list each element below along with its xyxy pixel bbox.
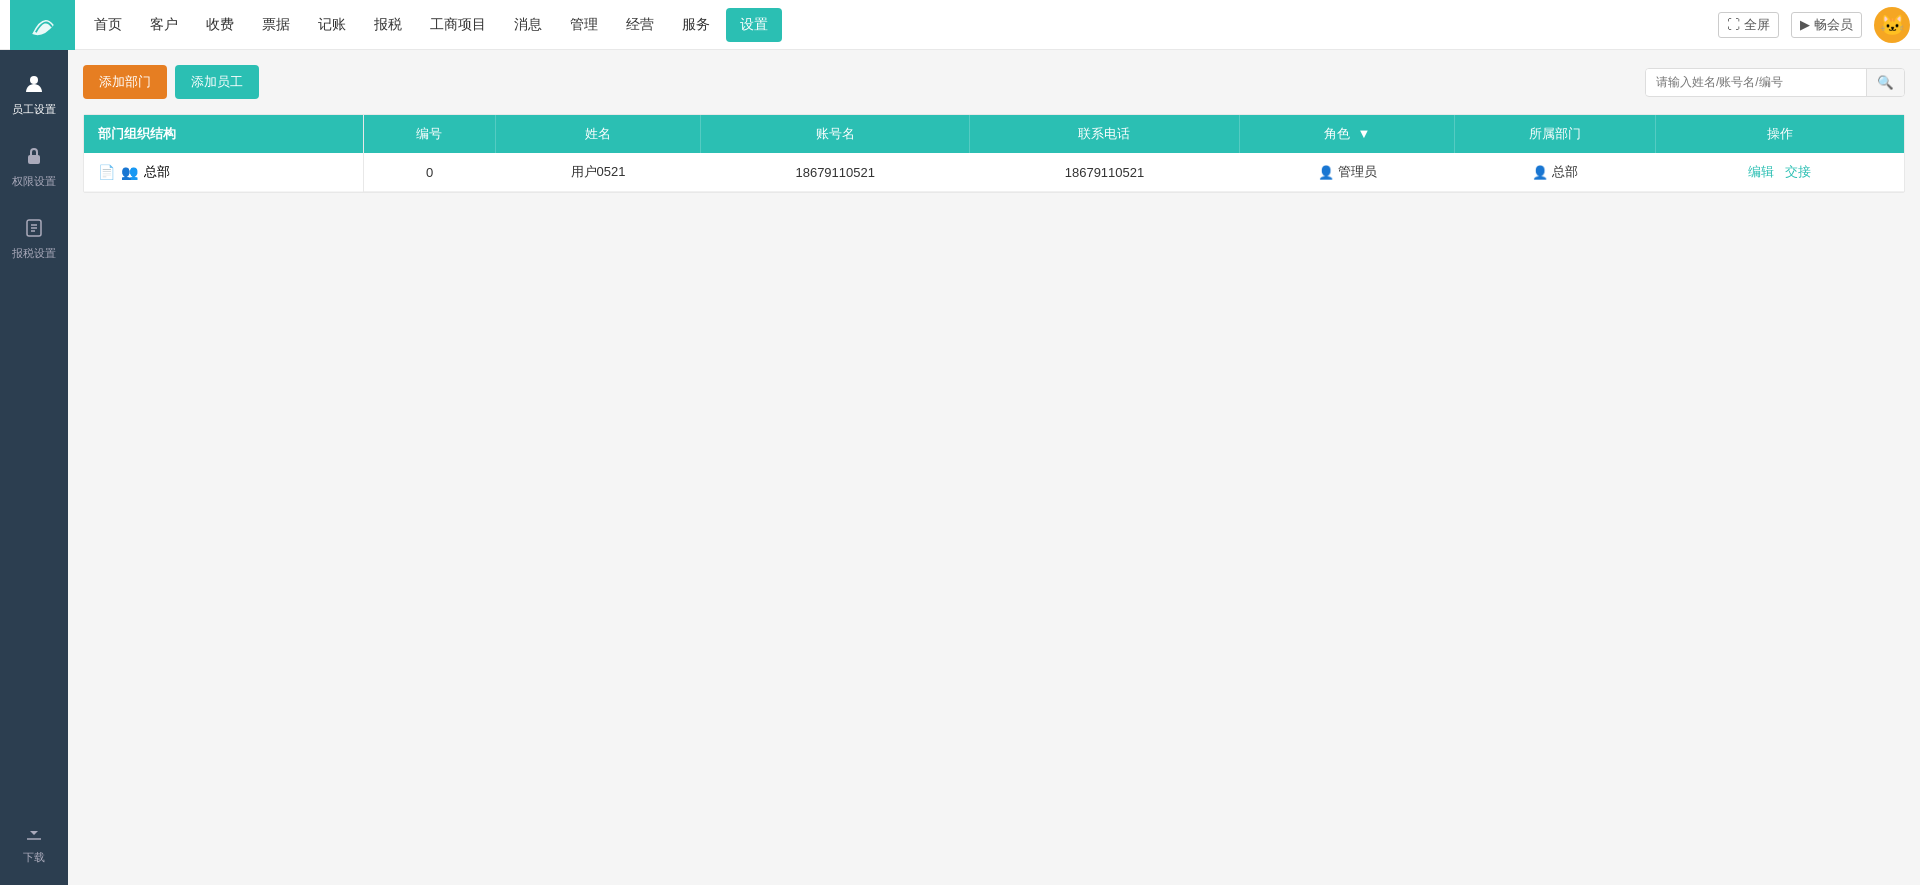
col-header-account: 账号名 [701,115,970,153]
nav-business[interactable]: 工商项目 [416,0,500,50]
person-icon [20,70,48,98]
table-area: 编号 姓名 账号名 联系电话 角色 ▼ 所属部门 操作 [364,115,1904,192]
svg-point-0 [30,76,38,84]
cell-id: 0 [364,153,495,192]
add-dept-button[interactable]: 添加部门 [83,65,167,99]
member-button[interactable]: ▶ 畅会员 [1791,12,1862,38]
sidebar: 员工设置 权限设置 报税设置 [0,50,68,885]
sidebar-permissions-label: 权限设置 [12,174,56,189]
cell-name: 用户0521 [495,153,700,192]
table-row: 0 用户0521 18679110521 18679110521 👤 管理员 👤… [364,153,1904,192]
col-header-phone: 联系电话 [970,115,1239,153]
col-header-name: 姓名 [495,115,700,153]
fullscreen-button[interactable]: ⛶ 全屏 [1718,12,1779,38]
top-navigation: 首页 客户 收费 票据 记账 报税 工商项目 消息 管理 经营 服务 设置 ⛶ … [0,0,1920,50]
nav-fees[interactable]: 收费 [192,0,248,50]
sidebar-item-staff[interactable]: 员工设置 [0,60,68,127]
transfer-link[interactable]: 交接 [1785,164,1811,179]
tree-header: 部门组织结构 [84,115,363,153]
lock-icon [20,142,48,170]
tree-item-label: 总部 [144,163,170,181]
nav-accounting[interactable]: 记账 [304,0,360,50]
employee-table: 编号 姓名 账号名 联系电话 角色 ▼ 所属部门 操作 [364,115,1904,192]
member-icon: ▶ [1800,17,1810,32]
nav-manage[interactable]: 管理 [556,0,612,50]
file-icon: 📄 [98,164,115,180]
fullscreen-icon: ⛶ [1727,17,1740,32]
user-group-icon: 👥 [121,164,138,180]
col-header-dept: 所属部门 [1455,115,1655,153]
report-icon [20,214,48,242]
tree-item-root[interactable]: 📄 👥 总部 [84,153,363,192]
sidebar-item-permissions[interactable]: 权限设置 [0,132,68,199]
col-header-id: 编号 [364,115,495,153]
role-icon: 👤 [1318,165,1334,180]
svg-point-2 [33,159,36,162]
cell-role: 👤 管理员 [1239,153,1455,192]
nav-right-actions: ⛶ 全屏 ▶ 畅会员 🐱 [1718,7,1910,43]
sidebar-staff-label: 员工设置 [12,102,56,117]
download-icon [20,818,48,846]
search-icon: 🔍 [1877,75,1894,90]
body-area: 部门组织结构 📄 👥 总部 编号 姓名 账号名 联系电话 [83,114,1905,193]
avatar[interactable]: 🐱 [1874,7,1910,43]
sidebar-download-label: 下载 [23,850,45,865]
main-content: 添加部门 添加员工 🔍 部门组织结构 📄 👥 总部 [68,50,1920,885]
col-header-role: 角色 ▼ [1239,115,1455,153]
nav-service[interactable]: 服务 [668,0,724,50]
fullscreen-label: 全屏 [1744,16,1770,34]
nav-menu: 首页 客户 收费 票据 记账 报税 工商项目 消息 管理 经营 服务 设置 [75,0,1718,50]
dept-label: 总部 [1552,163,1578,181]
col-header-actions: 操作 [1655,115,1904,153]
logo [10,0,75,50]
search-button[interactable]: 🔍 [1866,69,1904,96]
cell-dept: 👤 总部 [1455,153,1655,192]
nav-tax[interactable]: 报税 [360,0,416,50]
cell-phone: 18679110521 [970,153,1239,192]
cell-actions: 编辑 交接 [1655,153,1904,192]
role-label: 管理员 [1338,163,1377,181]
cell-account: 18679110521 [701,153,970,192]
nav-home[interactable]: 首页 [80,0,136,50]
filter-icon[interactable]: ▼ [1357,126,1370,141]
toolbar: 添加部门 添加员工 🔍 [83,65,1905,99]
member-label: 畅会员 [1814,16,1853,34]
nav-bills[interactable]: 票据 [248,0,304,50]
sidebar-item-download[interactable]: 下载 [0,808,68,875]
nav-operation[interactable]: 经营 [612,0,668,50]
add-staff-button[interactable]: 添加员工 [175,65,259,99]
nav-messages[interactable]: 消息 [500,0,556,50]
nav-client[interactable]: 客户 [136,0,192,50]
sidebar-item-tax-settings[interactable]: 报税设置 [0,204,68,271]
search-box: 🔍 [1645,68,1905,97]
nav-settings[interactable]: 设置 [726,8,782,42]
search-input[interactable] [1646,69,1866,95]
dept-icon: 👤 [1532,165,1548,180]
edit-link[interactable]: 编辑 [1748,164,1774,179]
tree-panel: 部门组织结构 📄 👥 总部 [84,115,364,192]
main-layout: 员工设置 权限设置 报税设置 [0,50,1920,885]
sidebar-tax-label: 报税设置 [12,246,56,261]
